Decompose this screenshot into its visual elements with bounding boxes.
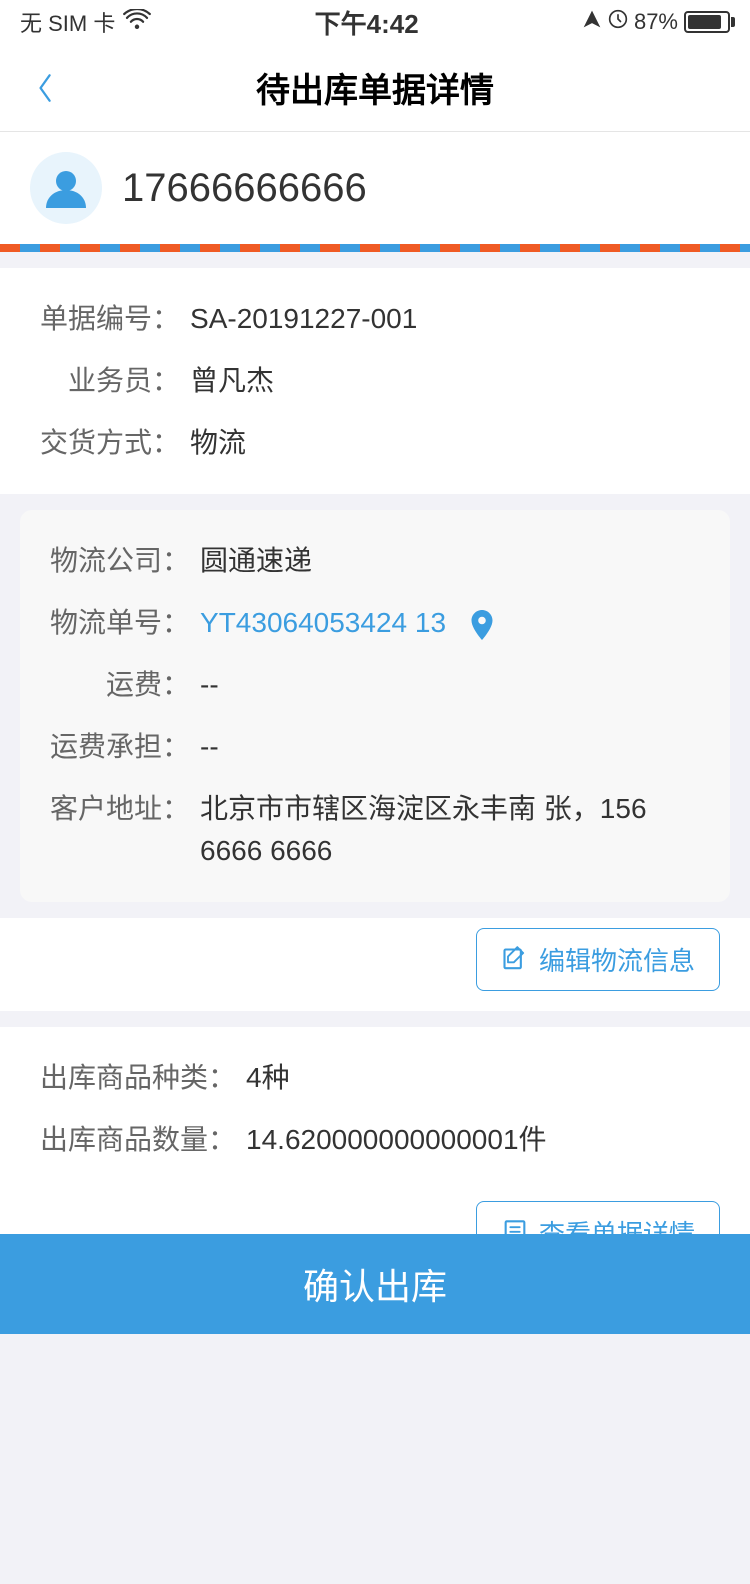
tracking-no-row: 物流单号： YT43064053424 13 xyxy=(50,602,700,644)
customer-header: 17666666666 xyxy=(0,132,750,244)
goods-quantity-label: 出库商品数量： xyxy=(40,1119,236,1161)
goods-quantity-value: 14.620000000000001件 xyxy=(246,1119,710,1161)
tracking-no-label: 物流单号： xyxy=(50,602,190,644)
section-separator xyxy=(0,1011,750,1027)
order-no-label: 单据编号： xyxy=(40,298,180,340)
status-right: 87% xyxy=(582,9,730,35)
freight-row: 运费： -- xyxy=(50,664,700,706)
edit-logistics-button[interactable]: 编辑物流信息 xyxy=(476,928,720,991)
nav-bar: 待出库单据详情 xyxy=(0,44,750,132)
order-no-value: SA-20191227-001 xyxy=(190,298,710,340)
edit-icon xyxy=(501,946,529,974)
status-bar: 无 SIM 卡 下午4:42 xyxy=(0,0,750,44)
status-time: 下午4:42 xyxy=(315,4,419,41)
delivery-method-label: 交货方式： xyxy=(40,422,180,464)
salesperson-row: 业务员： 曾凡杰 xyxy=(40,360,710,402)
freight-bearer-value: -- xyxy=(200,726,700,768)
salesperson-label: 业务员： xyxy=(40,360,180,402)
logistics-card: 物流公司： 圆通速递 物流单号： YT43064053424 13 运费： --… xyxy=(20,510,730,902)
wifi-icon xyxy=(123,9,151,35)
salesperson-value: 曾凡杰 xyxy=(190,360,710,402)
confirm-button[interactable]: 确认出库 xyxy=(0,1234,750,1334)
goods-types-row: 出库商品种类： 4种 xyxy=(40,1057,710,1099)
carrier-text: 无 SIM 卡 xyxy=(20,6,115,38)
freight-bearer-row: 运费承担： -- xyxy=(50,726,700,768)
freight-value: -- xyxy=(200,664,700,706)
confirm-button-label: 确认出库 xyxy=(303,1258,447,1310)
battery-percentage: 87% xyxy=(634,9,678,35)
freight-label: 运费： xyxy=(50,664,190,706)
avatar xyxy=(30,152,102,224)
customer-phone: 17666666666 xyxy=(122,166,367,211)
back-button[interactable] xyxy=(24,66,68,110)
order-no-row: 单据编号： SA-20191227-001 xyxy=(40,298,710,340)
status-left: 无 SIM 卡 xyxy=(20,6,151,38)
location-pin-icon[interactable] xyxy=(464,607,500,643)
logistics-company-label: 物流公司： xyxy=(50,540,190,582)
goods-types-value: 4种 xyxy=(246,1057,710,1099)
address-row: 客户地址： 北京市市辖区海淀区永丰南 张，156 6666 6666 xyxy=(50,788,700,872)
goods-types-label: 出库商品种类： xyxy=(40,1057,236,1099)
address-label: 客户地址： xyxy=(50,788,190,830)
page-title: 待出库单据详情 xyxy=(256,63,494,112)
delivery-method-row: 交货方式： 物流 xyxy=(40,422,710,464)
location-arrow-icon xyxy=(582,9,602,35)
goods-quantity-row: 出库商品数量： 14.620000000000001件 xyxy=(40,1119,710,1161)
tracking-no-value[interactable]: YT43064053424 13 xyxy=(200,602,700,644)
logistics-company-value: 圆通速递 xyxy=(200,540,700,582)
goods-section: 出库商品种类： 4种 出库商品数量： 14.620000000000001件 xyxy=(0,1027,750,1191)
order-info-section: 单据编号： SA-20191227-001 业务员： 曾凡杰 交货方式： 物流 xyxy=(0,268,750,494)
address-value: 北京市市辖区海淀区永丰南 张，156 6666 6666 xyxy=(200,788,700,872)
edit-logistics-section: 编辑物流信息 xyxy=(0,918,750,1011)
freight-bearer-label: 运费承担： xyxy=(50,726,190,768)
logistics-company-row: 物流公司： 圆通速递 xyxy=(50,540,700,582)
battery-icon xyxy=(684,11,730,33)
delivery-method-value: 物流 xyxy=(190,422,710,464)
edit-logistics-label: 编辑物流信息 xyxy=(539,941,695,978)
dashed-divider xyxy=(0,244,750,252)
clock-icon xyxy=(608,9,628,35)
